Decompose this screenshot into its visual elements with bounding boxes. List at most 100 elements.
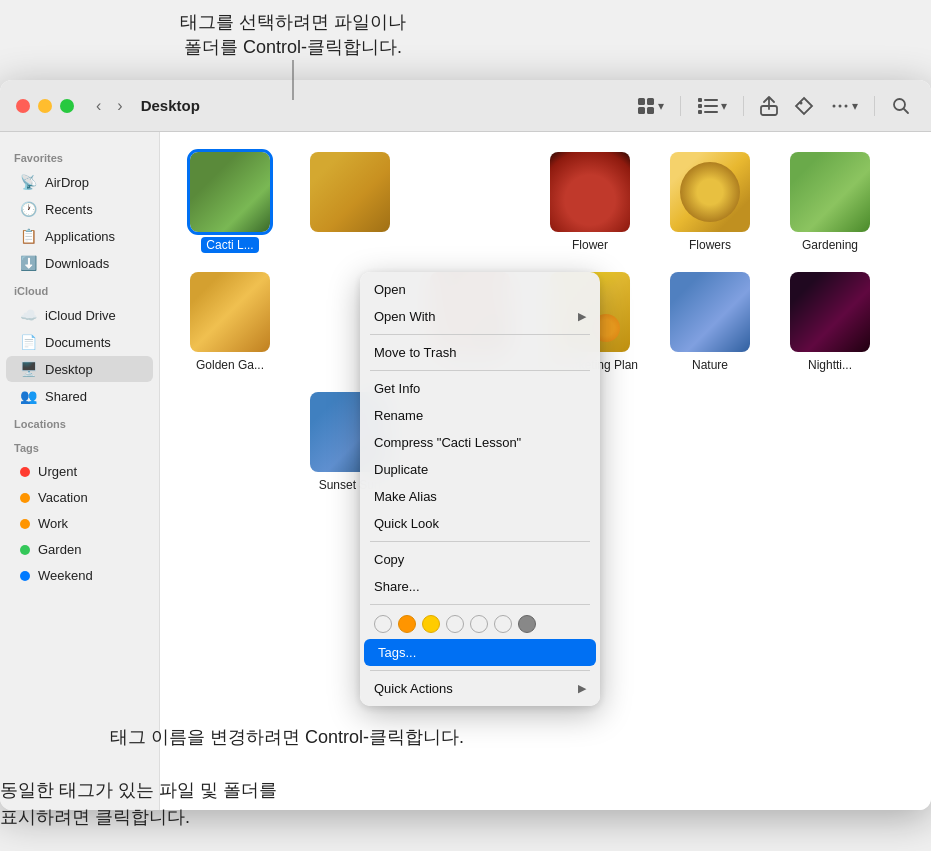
- flower-label: Flower: [572, 238, 608, 252]
- menu-copy[interactable]: Copy: [360, 546, 600, 573]
- shared-icon: 👥: [20, 388, 37, 404]
- tag-button[interactable]: [790, 92, 818, 120]
- color-dot-orange[interactable]: [398, 615, 416, 633]
- menu-rename[interactable]: Rename: [360, 402, 600, 429]
- svg-rect-5: [698, 104, 702, 108]
- color-dot-white3[interactable]: [494, 615, 512, 633]
- menu-quick-actions[interactable]: Quick Actions ▶: [360, 675, 600, 702]
- color-dot-none[interactable]: [374, 615, 392, 633]
- svg-rect-3: [647, 107, 654, 114]
- back-button[interactable]: ‹: [90, 95, 107, 117]
- file-district[interactable]: [300, 152, 400, 252]
- svg-rect-8: [704, 105, 718, 107]
- menu-sep-3: [370, 541, 590, 542]
- svg-rect-2: [638, 107, 645, 114]
- menu-tags[interactable]: Tags...: [364, 639, 596, 666]
- file-flowers[interactable]: Flowers: [660, 152, 760, 252]
- toolbar-icons: ▾ ▾: [632, 92, 915, 120]
- svg-point-13: [839, 104, 842, 107]
- file-flower[interactable]: Flower: [540, 152, 640, 252]
- sidebar-item-recents[interactable]: 🕐 Recents: [6, 196, 153, 222]
- main-content: Favorites 📡 AirDrop 🕐 Recents 📋 Applicat…: [0, 132, 931, 810]
- file-nighttime[interactable]: Nightti...: [780, 272, 880, 372]
- svg-rect-7: [704, 99, 718, 101]
- file-nature[interactable]: Nature: [660, 272, 760, 372]
- close-button[interactable]: [16, 99, 30, 113]
- cacti-label: Cacti L...: [201, 238, 258, 252]
- traffic-lights: [16, 99, 74, 113]
- context-menu: Open Open With ▶ Move to Trash Get Info …: [360, 272, 600, 706]
- menu-quick-look[interactable]: Quick Look: [360, 510, 600, 537]
- garden-dot: [20, 545, 30, 555]
- color-dot-gray[interactable]: [518, 615, 536, 633]
- open-with-arrow: ▶: [578, 310, 586, 323]
- nature-thumb: [670, 272, 750, 352]
- share-button[interactable]: [756, 92, 782, 120]
- menu-sep-4: [370, 604, 590, 605]
- color-dot-white1[interactable]: [446, 615, 464, 633]
- view-list-button[interactable]: ▾: [693, 92, 731, 120]
- menu-open[interactable]: Open: [360, 276, 600, 303]
- urgent-dot: [20, 467, 30, 477]
- forward-button[interactable]: ›: [111, 95, 128, 117]
- sidebar-item-desktop[interactable]: 🖥️ Desktop: [6, 356, 153, 382]
- toolbar-divider: [680, 96, 681, 116]
- district-thumb: [310, 152, 390, 232]
- weekend-dot: [20, 571, 30, 581]
- sidebar-item-weekend[interactable]: Weekend: [6, 563, 153, 588]
- sidebar-item-garden[interactable]: Garden: [6, 537, 153, 562]
- icloud-drive-icon: ☁️: [20, 307, 37, 323]
- toolbar-divider-3: [874, 96, 875, 116]
- svg-rect-9: [704, 111, 718, 113]
- work-dot: [20, 519, 30, 529]
- menu-sep-1: [370, 334, 590, 335]
- nav-buttons: ‹ ›: [90, 95, 129, 117]
- svg-point-12: [833, 104, 836, 107]
- documents-icon: 📄: [20, 334, 37, 350]
- file-golden[interactable]: Golden Ga...: [180, 272, 280, 372]
- minimize-button[interactable]: [38, 99, 52, 113]
- sidebar-item-icloud-drive[interactable]: ☁️ iCloud Drive: [6, 302, 153, 328]
- color-dot-yellow[interactable]: [422, 615, 440, 633]
- view-grid-button[interactable]: ▾: [632, 92, 668, 120]
- sidebar-item-vacation[interactable]: Vacation: [6, 485, 153, 510]
- menu-open-with[interactable]: Open With ▶: [360, 303, 600, 330]
- file-area: Cacti L... Flower Flowers: [160, 132, 931, 810]
- sidebar-item-documents[interactable]: 📄 Documents: [6, 329, 153, 355]
- sidebar-item-urgent[interactable]: Urgent: [6, 459, 153, 484]
- downloads-icon: ⬇️: [20, 255, 37, 271]
- sidebar: Favorites 📡 AirDrop 🕐 Recents 📋 Applicat…: [0, 132, 160, 810]
- menu-duplicate[interactable]: Duplicate: [360, 456, 600, 483]
- svg-rect-1: [647, 98, 654, 105]
- menu-move-trash[interactable]: Move to Trash: [360, 339, 600, 366]
- menu-get-info[interactable]: Get Info: [360, 375, 600, 402]
- menu-share[interactable]: Share...: [360, 573, 600, 600]
- svg-rect-6: [698, 110, 702, 114]
- applications-icon: 📋: [20, 228, 37, 244]
- file-gardening[interactable]: Gardening: [780, 152, 880, 252]
- color-dots-row: [360, 609, 600, 639]
- gardening-thumb: [790, 152, 870, 232]
- sidebar-item-airdrop[interactable]: 📡 AirDrop: [6, 169, 153, 195]
- menu-make-alias[interactable]: Make Alias: [360, 483, 600, 510]
- spacer: [420, 152, 520, 252]
- sidebar-item-work[interactable]: Work: [6, 511, 153, 536]
- flowers-label: Flowers: [689, 238, 731, 252]
- icloud-label: iCloud: [0, 277, 159, 301]
- window-title: Desktop: [141, 97, 200, 114]
- favorites-label: Favorites: [0, 144, 159, 168]
- annotation-top: 태그를 선택하려면 파일이나 폴더를 Control-클릭합니다.: [180, 10, 406, 60]
- search-button[interactable]: [887, 92, 915, 120]
- color-dot-white2[interactable]: [470, 615, 488, 633]
- annotation-bottom-right: 태그 이름을 변경하려면 Control-클릭합니다.: [110, 724, 464, 751]
- sidebar-item-shared[interactable]: 👥 Shared: [6, 383, 153, 409]
- file-cacti[interactable]: Cacti L...: [180, 152, 280, 252]
- menu-compress[interactable]: Compress "Cacti Lesson": [360, 429, 600, 456]
- fullscreen-button[interactable]: [60, 99, 74, 113]
- sidebar-item-downloads[interactable]: ⬇️ Downloads: [6, 250, 153, 276]
- vacation-dot: [20, 493, 30, 503]
- gardening-label: Gardening: [802, 238, 858, 252]
- sidebar-item-applications[interactable]: 📋 Applications: [6, 223, 153, 249]
- nighttime-label: Nightti...: [808, 358, 852, 372]
- more-button[interactable]: ▾: [826, 92, 862, 120]
